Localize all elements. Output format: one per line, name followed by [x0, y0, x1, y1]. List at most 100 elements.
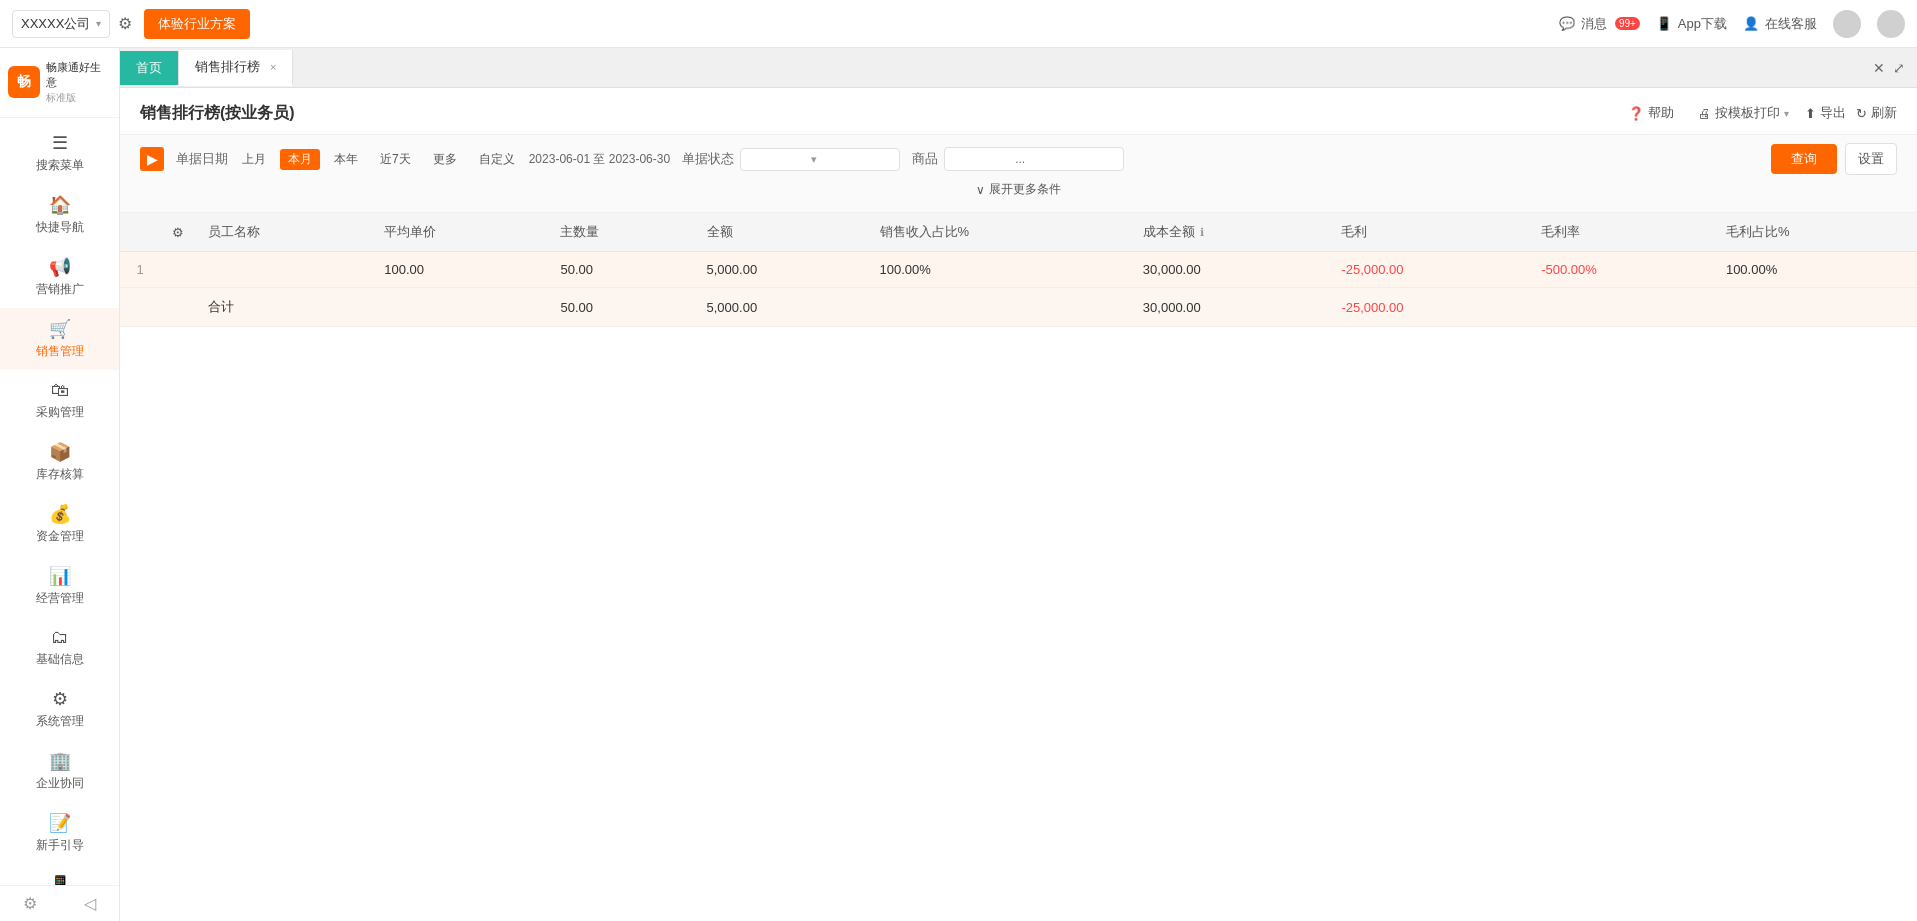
enterprise-icon: 🏢: [49, 750, 71, 772]
expand-more-conditions[interactable]: ∨ 展开更多条件: [140, 175, 1897, 204]
period-custom-btn[interactable]: 自定义: [471, 149, 523, 170]
company-selector[interactable]: XXXXX公司 ▾: [12, 10, 110, 38]
export-button[interactable]: ⬆ 导出: [1805, 104, 1846, 122]
finance-icon: 💰: [49, 503, 71, 525]
tab-close-icon[interactable]: ×: [270, 61, 276, 73]
table-footer: 合计 50.00 5,000.00 30,000.00 -25,000.00: [120, 288, 1917, 327]
page-actions: ❓ 帮助 🖨 按模板打印 ▾ ⬆ 导出 ↻: [1620, 100, 1897, 126]
period-more-btn[interactable]: 更多: [425, 149, 465, 170]
sidebar-collapse-button[interactable]: ◁: [84, 894, 96, 913]
sidebar-item-label: 库存核算: [36, 466, 84, 483]
status-label: 单据状态: [682, 150, 734, 168]
goods-filter: 商品 ...: [912, 147, 1124, 171]
tab-active-label: 销售排行榜: [195, 58, 260, 76]
message-label: 消息: [1581, 15, 1607, 33]
page-title: 销售排行榜(按业务员): [140, 103, 295, 124]
goods-input[interactable]: ...: [944, 147, 1124, 171]
cell-avg-price: 100.00: [372, 252, 548, 288]
window-max-icon[interactable]: ⤢: [1893, 60, 1905, 76]
sidebar-item-basic[interactable]: 🗂 基础信息: [0, 617, 119, 678]
sidebar-item-inventory[interactable]: 📦 库存核算: [0, 431, 119, 493]
cost-info-icon[interactable]: ℹ: [1200, 226, 1204, 238]
cell-rank: 1: [120, 252, 160, 288]
sidebar-item-finance[interactable]: 💰 资金管理: [0, 493, 119, 555]
window-buttons: ✕ ⤢: [1861, 60, 1917, 76]
sidebar-item-shortcuts[interactable]: 🏠 快捷导航: [0, 184, 119, 246]
avatar[interactable]: [1833, 10, 1861, 38]
date-filter: 单据日期 上月 本月 本年 近7天 更多 自定义 2023-06-01 至 20…: [176, 149, 670, 170]
chevron-down-icon: ▾: [96, 18, 101, 29]
cell-amount: 5,000.00: [695, 252, 868, 288]
tab-sales-ranking[interactable]: 销售排行榜 ×: [179, 50, 293, 86]
sidebar-item-operation[interactable]: 📊 经营管理: [0, 555, 119, 617]
sidebar-item-sales[interactable]: 🛒 销售管理: [0, 308, 119, 370]
status-select[interactable]: ▾: [740, 148, 900, 171]
main-content: 销售排行榜(按业务员) ❓ 帮助 🖨 按模板打印 ▾ ⬆: [120, 88, 1917, 921]
cell-name: [196, 252, 372, 288]
footer-amount: 5,000.00: [695, 288, 868, 327]
export-label: 导出: [1820, 104, 1846, 122]
footer-empty2: [160, 288, 196, 327]
sidebar-settings-button[interactable]: ⚙: [23, 894, 37, 913]
refresh-button[interactable]: ↻ 刷新: [1856, 104, 1897, 122]
expand-chevron-icon: ∨: [976, 183, 985, 197]
avatar2[interactable]: [1877, 10, 1905, 38]
sidebar-item-appstore[interactable]: 📱 应用中心: [0, 864, 119, 885]
refresh-icon: ↻: [1856, 106, 1867, 121]
table-body: 1 100.00 50.00 5,000.00 100.00% 30,000.0…: [120, 252, 1917, 288]
sidebar-item-guide[interactable]: 📝 新手引导: [0, 802, 119, 864]
sidebar-item-purchase[interactable]: 🛍 采购管理: [0, 370, 119, 431]
period-year-btn[interactable]: 本年: [326, 149, 366, 170]
help-button[interactable]: ❓ 帮助: [1620, 100, 1682, 126]
help-icon: ❓: [1628, 106, 1644, 121]
print-chevron-icon: ▾: [1784, 108, 1789, 119]
col-cost: 成本全额 ℹ: [1131, 213, 1330, 252]
footer-profit-pct: [1714, 288, 1917, 327]
date-range: 2023-06-01 至 2023-06-30: [529, 151, 670, 168]
sidebar-item-search[interactable]: ☰ 搜索菜单: [0, 122, 119, 184]
message-badge: 99+: [1615, 17, 1640, 30]
sidebar-logo: 畅 畅康通好生意 标准版: [0, 48, 119, 118]
template-print-button[interactable]: 🖨 按模板打印 ▾: [1692, 100, 1795, 126]
sidebar-item-label: 基础信息: [36, 651, 84, 668]
window-close-icon[interactable]: ✕: [1873, 60, 1885, 76]
operation-icon: 📊: [49, 565, 71, 587]
online-support-label: 在线客服: [1765, 15, 1817, 33]
sidebar-items: ☰ 搜索菜单 🏠 快捷导航 📢 营销推广 🛒 销售管理 🛍 采购管理: [0, 118, 119, 885]
col-qty: 主数量: [548, 213, 694, 252]
goods-more-icon[interactable]: ...: [1015, 152, 1025, 166]
sales-icon: 🛒: [49, 318, 71, 340]
col-amount: 全额: [695, 213, 868, 252]
sidebar-item-system[interactable]: ⚙ 系统管理: [0, 678, 119, 740]
header-settings-icon[interactable]: ⚙: [118, 14, 132, 33]
status-filter: 单据状态 ▾: [682, 148, 900, 171]
app-download-group[interactable]: 📱 App下载: [1656, 15, 1727, 33]
message-group[interactable]: 💬 消息 99+: [1559, 15, 1640, 33]
period-last-btn[interactable]: 上月: [234, 149, 274, 170]
appstore-icon: 📱: [49, 874, 71, 885]
col-settings[interactable]: ⚙: [160, 213, 196, 252]
sidebar-item-label: 销售管理: [36, 343, 84, 360]
message-icon: 💬: [1559, 16, 1575, 31]
footer-profit: -25,000.00: [1329, 288, 1529, 327]
col-rank: [120, 213, 160, 252]
table-header: ⚙ 员工名称 平均单价 主数量 全额 销售收入占比% 成本全额 ℹ 毛利 毛利率…: [120, 213, 1917, 252]
online-support-group[interactable]: 👤 在线客服: [1743, 15, 1817, 33]
settings-button[interactable]: 设置: [1845, 143, 1897, 175]
filter-expand-arrow[interactable]: ▶: [140, 147, 164, 171]
period-current-btn[interactable]: 本月: [280, 149, 320, 170]
tab-home[interactable]: 首页: [120, 51, 179, 85]
support-icon: 👤: [1743, 16, 1759, 31]
col-profit: 毛利: [1329, 213, 1529, 252]
data-table: ⚙ 员工名称 平均单价 主数量 全额 销售收入占比% 成本全额 ℹ 毛利 毛利率…: [120, 213, 1917, 327]
sidebar-item-label: 经营管理: [36, 590, 84, 607]
sidebar-item-enterprise[interactable]: 🏢 企业协同: [0, 740, 119, 802]
col-sales-pct: 销售收入占比%: [868, 213, 1131, 252]
cell-profit-pct: 100.00%: [1714, 252, 1917, 288]
trial-button[interactable]: 体验行业方案: [144, 9, 250, 39]
query-button[interactable]: 查询: [1771, 144, 1837, 174]
sidebar-item-label: 新手引导: [36, 837, 84, 854]
period-7days-btn[interactable]: 近7天: [372, 149, 419, 170]
sidebar-item-marketing[interactable]: 📢 营销推广: [0, 246, 119, 308]
sidebar-item-label: 搜索菜单: [36, 157, 84, 174]
